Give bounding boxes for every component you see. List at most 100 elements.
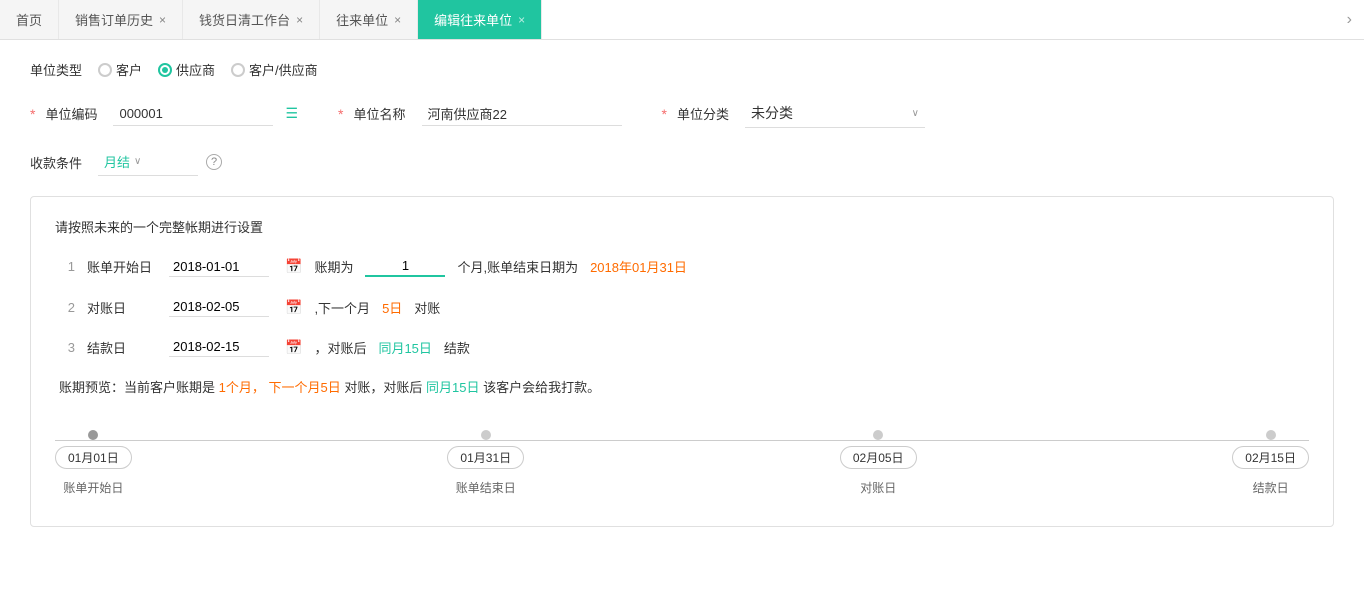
preview-period: 1个月， [219,380,265,395]
preview-tail: 该客户会给我打款。 [483,380,600,395]
timeline-node-2: 01月31日 账单结束日 [447,430,524,496]
preview-mid: 下一个月5日 [269,380,341,395]
period-highlight-3: 同月15日 [378,338,431,357]
period-suffix-after-3: 结款 [444,338,470,357]
period-date-1[interactable] [169,257,269,277]
unit-class-label: 单位分类 [677,104,729,123]
radio-customer[interactable]: 客户 [98,60,142,79]
payment-help-icon[interactable]: ? [206,154,222,170]
unit-class-chevron: ∨ [912,108,919,119]
preview-text: 账期预览：当前客户账期是 1个月， 下一个月5日 对账，对账后 同月15日 该客… [55,377,1309,396]
radio-customer-circle [98,63,112,77]
unit-class-star: * [662,106,667,122]
tab-edit-partner-label: 编辑往来单位 [434,10,512,29]
tab-home-label: 首页 [16,10,42,29]
timeline-node-4: 02月15日 结款日 [1232,430,1309,496]
timeline-dot-3 [873,430,883,440]
payment-dropdown[interactable]: 月结 ∨ [98,148,198,176]
radio-supplier-label: 供应商 [176,60,215,79]
timeline-node-1: 01月01日 账单开始日 [55,430,132,496]
tab-bar: 首页 销售订单历史 × 钱货日清工作台 × 往来单位 × 编辑往来单位 × › [0,0,1364,40]
radio-supplier-circle [158,63,172,77]
unit-name-input[interactable] [422,102,622,126]
tab-partner-unit-label: 往来单位 [336,10,388,29]
radio-customer-label: 客户 [116,60,142,79]
period-cal-3[interactable]: 📅 [285,339,302,356]
period-label-2: 对账日 [87,298,157,317]
timeline: 01月01日 账单开始日 01月31日 账单结束日 02月05日 对账日 [55,420,1309,506]
timeline-date-4: 02月15日 [1232,446,1309,469]
tab-sales-history[interactable]: 销售订单历史 × [59,0,183,39]
timeline-label-3: 对账日 [860,479,896,496]
tab-expand-button[interactable]: › [1335,0,1364,39]
tab-partner-unit[interactable]: 往来单位 × [320,0,418,39]
timeline-label-1: 账单开始日 [63,479,123,496]
period-cal-1[interactable]: 📅 [285,258,302,275]
period-row-1: 1 账单开始日 📅 账期为 个月,账单结束日期为 2018年01月31日 [55,256,1309,277]
unit-code-label: 单位编码 [45,104,97,123]
preview-mid2: 对账，对账后 [344,380,422,395]
period-highlight-2: 5日 [382,298,402,317]
timeline-label-2: 账单结束日 [456,479,516,496]
unit-info-row: * 单位编码 ☰ * 单位名称 * 单位分类 未分类 ∨ [30,99,1334,128]
radio-both-label: 客户/供应商 [249,60,318,79]
tab-cash-work[interactable]: 钱货日清工作台 × [183,0,320,39]
preview-end: 同月15日 [426,380,479,395]
period-label-3: 结款日 [87,338,157,357]
period-label-1: 账单开始日 [87,257,157,276]
timeline-nodes: 01月01日 账单开始日 01月31日 账单结束日 02月05日 对账日 [55,430,1309,496]
tab-sales-history-label: 销售订单历史 [75,10,153,29]
unit-name-label: 单位名称 [353,104,405,123]
period-end-date-1: 2018年01月31日 [590,257,687,276]
period-row-3: 3 结款日 📅 ，对账后 同月15日 结款 [55,337,1309,357]
tab-edit-partner[interactable]: 编辑往来单位 × [418,0,542,39]
unit-name-group: * 单位名称 [338,102,621,126]
period-num-2: 2 [55,300,75,315]
unit-class-dropdown[interactable]: 未分类 ∨ [745,99,925,128]
period-suffix-after-2: 对账 [414,298,440,317]
unit-class-group: * 单位分类 未分类 ∨ [662,99,925,128]
period-months-input[interactable] [365,256,445,277]
period-row-2: 2 对账日 📅 ,下一个月 5日 对账 [55,297,1309,317]
timeline-date-1: 01月01日 [55,446,132,469]
tab-cash-work-close[interactable]: × [296,13,303,27]
payment-label: 收款条件 [30,153,82,172]
timeline-node-3: 02月05日 对账日 [840,430,917,496]
tab-cash-work-label: 钱货日清工作台 [199,10,290,29]
unit-code-star: * [30,106,35,122]
tab-sales-history-close[interactable]: × [159,13,166,27]
unit-type-label: 单位类型 [30,60,82,79]
timeline-label-4: 结款日 [1253,479,1289,496]
unit-code-group: * 单位编码 ☰ [30,102,298,126]
timeline-dot-1 [88,430,98,440]
tab-edit-partner-close[interactable]: × [518,13,525,27]
period-section: 请按照未来的一个完整帐期进行设置 1 账单开始日 📅 账期为 个月,账单结束日期… [30,196,1334,527]
period-cal-2[interactable]: 📅 [285,299,302,316]
period-num-3: 3 [55,340,75,355]
payment-row: 收款条件 月结 ∨ ? [30,148,1334,176]
unit-class-value: 未分类 [751,103,793,123]
tab-home[interactable]: 首页 [0,0,59,39]
period-suffix-after-1: 个月,账单结束日期为 [457,257,578,276]
radio-both[interactable]: 客户/供应商 [231,60,318,79]
radio-both-circle [231,63,245,77]
radio-supplier[interactable]: 供应商 [158,60,215,79]
period-suffix-before-3: ，对账后 [314,338,366,357]
timeline-date-3: 02月05日 [840,446,917,469]
main-content: 单位类型 客户 供应商 客户/供应商 * 单位编码 ☰ * 单位名称 [0,40,1364,608]
payment-chevron: ∨ [134,156,141,167]
period-suffix-before-2: ,下一个月 [314,298,370,317]
timeline-dot-4 [1266,430,1276,440]
timeline-dot-2 [481,430,491,440]
unit-type-row: 单位类型 客户 供应商 客户/供应商 [30,60,1334,79]
timeline-date-2: 01月31日 [447,446,524,469]
unit-code-input[interactable] [113,102,273,126]
period-date-3[interactable] [169,337,269,357]
section-title: 请按照未来的一个完整帐期进行设置 [55,217,1309,236]
period-date-2[interactable] [169,297,269,317]
unit-code-copy-icon[interactable]: ☰ [285,105,298,122]
unit-type-radio-group: 客户 供应商 客户/供应商 [98,60,318,79]
period-suffix-before-1: 账期为 [314,257,353,276]
payment-value: 月结 [104,152,130,171]
tab-partner-unit-close[interactable]: × [394,13,401,27]
